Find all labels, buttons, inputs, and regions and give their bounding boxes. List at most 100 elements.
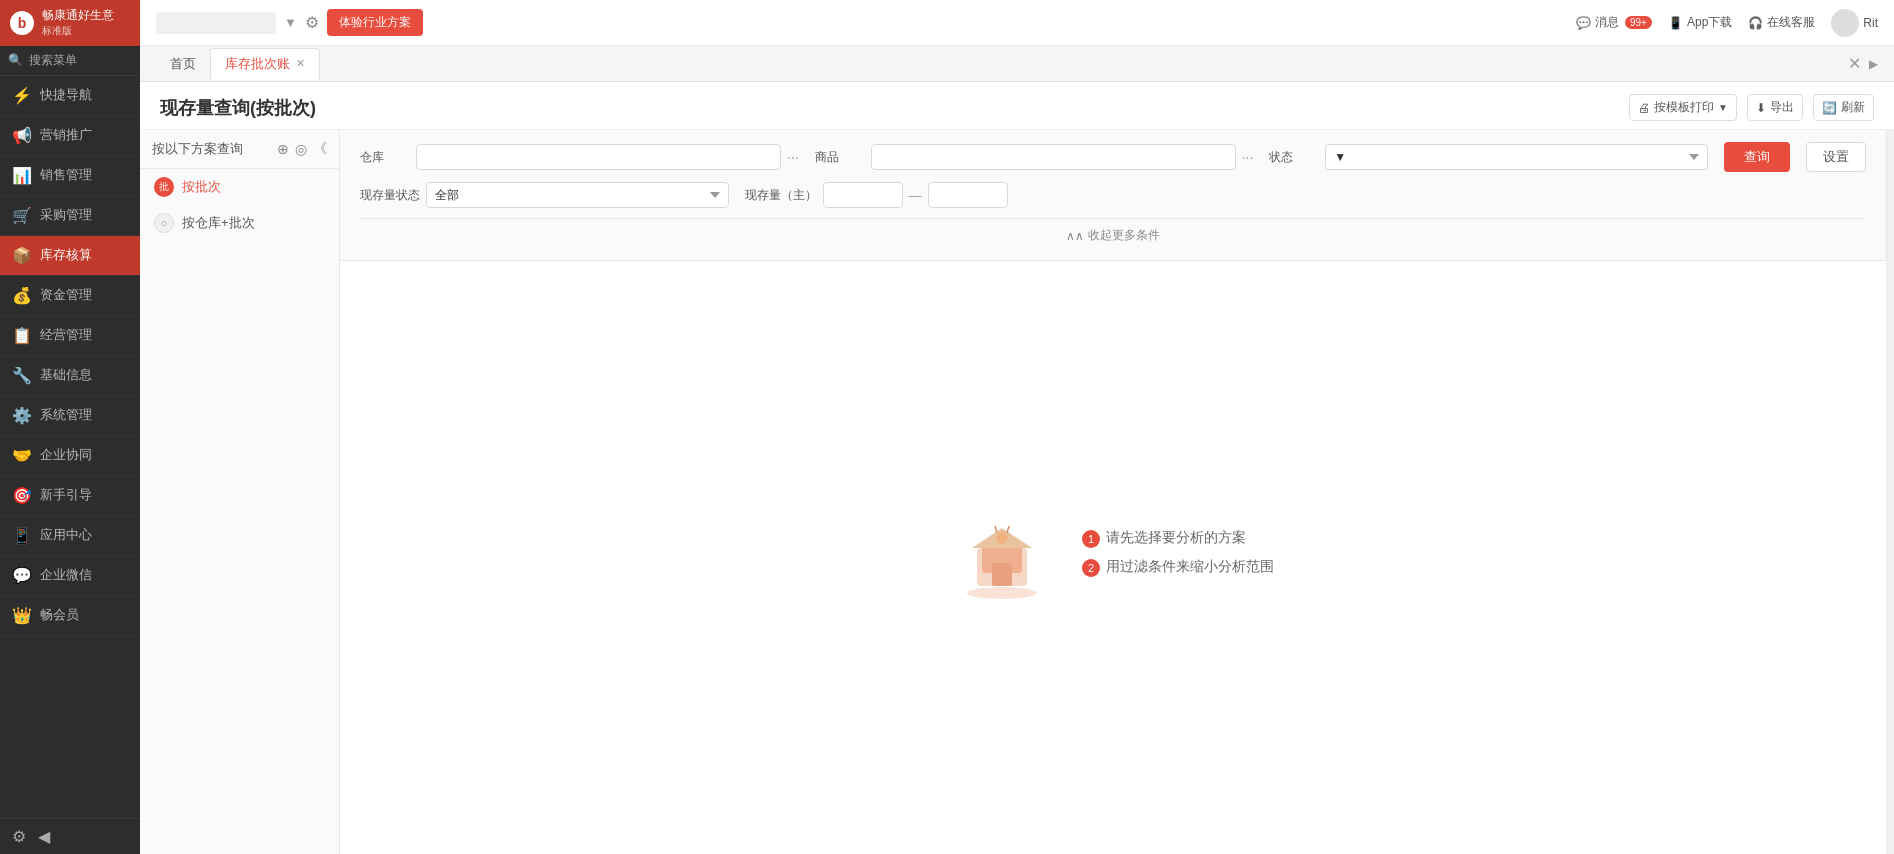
collapse-more-button[interactable]: ∧∧ 收起更多条件 xyxy=(360,218,1866,248)
sidebar-item-sales[interactable]: 📊 销售管理 xyxy=(0,156,140,196)
tab-bar: 首页 库存批次账 ✕ ✕ ▶ xyxy=(140,46,1894,82)
new-guide-icon: 🎯 xyxy=(12,486,32,505)
brand-name: 畅康通好生意 xyxy=(42,8,114,24)
user-group[interactable]: Rit xyxy=(1831,9,1878,37)
warehouse-dots[interactable]: ··· xyxy=(787,149,799,165)
scheme-item-warehouse-batch[interactable]: ○ 按仓库+批次 xyxy=(140,205,339,241)
empty-text-area: 1 请先选择要分析的方案 2 用过滤条件来缩小分析范围 xyxy=(1082,529,1274,587)
member-icon: 👑 xyxy=(12,606,32,625)
brand-version: 标准版 xyxy=(42,24,114,38)
left-panel-header: 按以下方案查询 ⊕ ◎ 《 xyxy=(140,130,339,169)
panel-close-button[interactable]: ✕ xyxy=(1844,50,1865,77)
step-1-num: 1 xyxy=(1082,530,1100,548)
sidebar-item-label: 营销推广 xyxy=(40,126,92,144)
message-label: 消息 xyxy=(1595,14,1619,31)
print-dropdown-icon[interactable]: ▼ xyxy=(1718,102,1728,113)
stock-main-from[interactable] xyxy=(823,182,903,208)
tab-close-icon[interactable]: ✕ xyxy=(296,57,305,70)
product-input[interactable] xyxy=(871,144,1236,170)
quick-nav-icon: ⚡ xyxy=(12,86,32,105)
scheme-item-batch[interactable]: 批 按批次 xyxy=(140,169,339,205)
left-panel: 按以下方案查询 ⊕ ◎ 《 批 按批次 ○ 按仓库+批次 xyxy=(140,130,340,854)
add-scheme-icon[interactable]: ⊕ xyxy=(277,141,289,157)
print-label: 按模板打印 xyxy=(1654,99,1714,116)
filter-warehouse: 仓库 ··· xyxy=(360,144,799,170)
sidebar-scroll: ⚡ 快捷导航 📢 营销推广 📊 销售管理 🛒 采购管理 📦 库存核算 💰 资金管… xyxy=(0,76,140,818)
empty-illustration xyxy=(952,508,1052,608)
enterprise-wechat-icon: 💬 xyxy=(12,566,32,585)
warehouse-label: 仓库 xyxy=(360,149,410,166)
sidebar-item-label: 快捷导航 xyxy=(40,86,92,104)
settings-button[interactable]: 设置 xyxy=(1806,142,1866,172)
query-button[interactable]: 查询 xyxy=(1724,142,1790,172)
panel-expand-icon[interactable]: ▶ xyxy=(1869,57,1878,71)
breadcrumb-dropdown-icon[interactable]: ▼ xyxy=(284,15,297,30)
filter-product: 商品 ··· xyxy=(815,144,1254,170)
message-group[interactable]: 💬 消息 99+ xyxy=(1576,14,1652,31)
mobile-icon: 📱 xyxy=(1668,16,1683,30)
sidebar-item-basic-info[interactable]: 🔧 基础信息 xyxy=(0,356,140,396)
user-name: Rit xyxy=(1863,16,1878,30)
online-service-group[interactable]: 🎧 在线客服 xyxy=(1748,14,1815,31)
range-separator: — xyxy=(909,188,922,203)
footer-collapse-icon[interactable]: ◀ xyxy=(38,827,50,846)
refresh-button[interactable]: 🔄 刷新 xyxy=(1813,94,1874,121)
warehouse-input[interactable] xyxy=(416,144,781,170)
stock-status-select[interactable]: 全部 正常 缺货 xyxy=(426,182,729,208)
scrollbar[interactable] xyxy=(1886,130,1894,854)
stock-main-to[interactable] xyxy=(928,182,1008,208)
sidebar-item-member[interactable]: 👑 畅会员 xyxy=(0,596,140,636)
export-button[interactable]: ⬇ 导出 xyxy=(1747,94,1803,121)
scheme-icon-batch: 批 xyxy=(154,177,174,197)
step-1-text: 请先选择要分析的方案 xyxy=(1106,529,1246,547)
scheme-collapse-icon[interactable]: 《 xyxy=(313,140,327,158)
empty-state: 1 请先选择要分析的方案 2 用过滤条件来缩小分析范围 xyxy=(340,261,1886,854)
sidebar-item-quick-nav[interactable]: ⚡ 快捷导航 xyxy=(0,76,140,116)
product-dots[interactable]: ··· xyxy=(1242,149,1254,165)
sidebar-item-operations[interactable]: 📋 经营管理 xyxy=(0,316,140,356)
scheme-settings-icon[interactable]: ◎ xyxy=(295,141,307,157)
sidebar-item-enterprise[interactable]: 🤝 企业协同 xyxy=(0,436,140,476)
stock-status-label: 现存量状态 xyxy=(360,187,420,204)
svg-point-5 xyxy=(996,532,1008,544)
sidebar-header: b 畅康通好生意 标准版 xyxy=(0,0,140,46)
filter-status: 状态 ▼ 启用 停用 xyxy=(1269,144,1708,170)
sidebar-item-system[interactable]: ⚙️ 系统管理 xyxy=(0,396,140,436)
app-download-group[interactable]: 📱 App下载 xyxy=(1668,14,1732,31)
sidebar-item-finance[interactable]: 💰 资金管理 xyxy=(0,276,140,316)
left-panel-actions: ⊕ ◎ 《 xyxy=(277,140,327,158)
step-2-num: 2 xyxy=(1082,559,1100,577)
sidebar-item-new-guide[interactable]: 🎯 新手引导 xyxy=(0,476,140,516)
settings-icon[interactable]: ⚙ xyxy=(305,13,319,32)
print-button[interactable]: 🖨 按模板打印 ▼ xyxy=(1629,94,1737,121)
refresh-label: 刷新 xyxy=(1841,99,1865,116)
headset-icon: 🎧 xyxy=(1748,16,1763,30)
tab-batch-account[interactable]: 库存批次账 ✕ xyxy=(210,48,320,80)
step-2: 2 用过滤条件来缩小分析范围 xyxy=(1082,558,1274,577)
export-label: 导出 xyxy=(1770,99,1794,116)
sidebar-item-enterprise-wechat[interactable]: 💬 企业微信 xyxy=(0,556,140,596)
search-menu[interactable]: 🔍 搜索菜单 xyxy=(0,46,140,76)
sidebar: b 畅康通好生意 标准版 🔍 搜索菜单 ⚡ 快捷导航 📢 营销推广 📊 销售管理… xyxy=(0,0,140,854)
message-icon: 💬 xyxy=(1576,16,1591,30)
footer-settings-icon[interactable]: ⚙ xyxy=(12,827,26,846)
operations-icon: 📋 xyxy=(12,326,32,345)
status-select[interactable]: ▼ 启用 停用 xyxy=(1325,144,1708,170)
industry-solution-button[interactable]: 体验行业方案 xyxy=(327,9,423,36)
scheme-label-warehouse-batch: 按仓库+批次 xyxy=(182,214,255,232)
step-2-text: 用过滤条件来缩小分析范围 xyxy=(1106,558,1274,576)
sidebar-item-label: 库存核算 xyxy=(40,246,92,264)
product-label: 商品 xyxy=(815,149,865,166)
page-actions: 🖨 按模板打印 ▼ ⬇ 导出 🔄 刷新 xyxy=(1629,94,1874,121)
sidebar-item-label: 应用中心 xyxy=(40,526,92,544)
right-panel: 仓库 ··· 商品 ··· 状态 ▼ xyxy=(340,130,1886,854)
topbar: ▼ ⚙ 体验行业方案 💬 消息 99+ 📱 App下载 🎧 在线客服 Rit xyxy=(140,0,1894,46)
sidebar-item-marketing[interactable]: 📢 营销推广 xyxy=(0,116,140,156)
chevron-up-icon: ∧∧ xyxy=(1066,229,1084,243)
sidebar-item-app-center[interactable]: 📱 应用中心 xyxy=(0,516,140,556)
tab-home[interactable]: 首页 xyxy=(156,49,210,79)
finance-icon: 💰 xyxy=(12,286,32,305)
sidebar-item-inventory[interactable]: 📦 库存核算 xyxy=(0,236,140,276)
sidebar-item-purchase[interactable]: 🛒 采购管理 xyxy=(0,196,140,236)
breadcrumb-input[interactable] xyxy=(156,12,276,34)
